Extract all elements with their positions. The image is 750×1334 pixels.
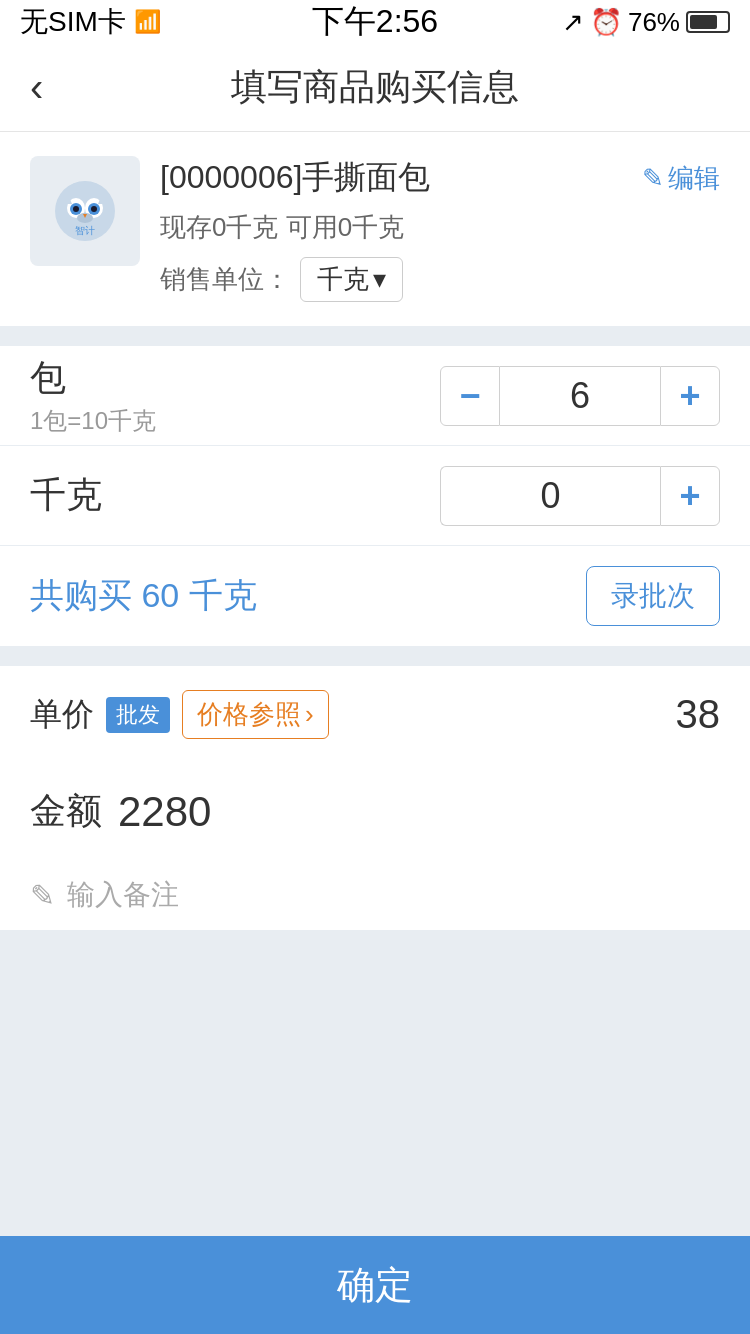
unit-chevron-icon: ▾: [373, 264, 386, 295]
pack-input-row: 包 1包=10千克 − +: [0, 346, 750, 446]
battery-percent: 76%: [628, 7, 680, 38]
amount-wrapper: 金额 2280 ✎ 输入备注: [0, 763, 750, 930]
pencil-icon: ✎: [30, 878, 55, 913]
total-label: 共购买: [30, 576, 132, 614]
amount-label: 金额: [30, 787, 102, 836]
total-amount: 60: [141, 576, 179, 614]
pack-plus-button[interactable]: +: [660, 366, 720, 426]
status-right: ↗ ⏰ 76%: [562, 7, 730, 38]
section-divider-2: [0, 646, 750, 666]
product-stock: 现存0千克 可用0千克: [160, 210, 720, 245]
amount-value: 2280: [118, 788, 211, 836]
pack-sub-label: 1包=10千克: [30, 405, 440, 437]
price-ref-button[interactable]: 价格参照 ›: [182, 690, 329, 739]
batch-button[interactable]: 录批次: [586, 566, 720, 626]
confirm-button[interactable]: 确定: [0, 1236, 750, 1334]
page-title: 填写商品购买信息: [231, 63, 519, 112]
amount-row: 金额 2280: [0, 763, 750, 860]
product-unit-row: 销售单位： 千克 ▾: [160, 257, 720, 302]
confirm-label: 确定: [337, 1260, 413, 1311]
total-row: 共购买 60 千克 录批次: [0, 546, 750, 646]
pack-controls: − +: [440, 366, 720, 426]
input-section: 包 1包=10千克 − + 千克 +: [0, 346, 750, 546]
battery-fill: [690, 15, 717, 29]
price-value: 38: [676, 692, 721, 737]
total-text: 共购买 60 千克: [30, 573, 257, 619]
kg-quantity-input[interactable]: [440, 466, 660, 526]
kg-label: 千克: [30, 471, 440, 520]
product-image: 智计: [50, 176, 120, 246]
product-card: 智计 [0000006]手撕面包 ✎ 编辑 现存0千克 可用0千克 销售单位： …: [0, 132, 750, 326]
back-button[interactable]: ‹: [20, 55, 53, 120]
pack-label: 包: [30, 354, 440, 403]
wifi-icon: 📶: [134, 9, 161, 35]
product-name: [0000006]手撕面包: [160, 156, 430, 200]
edit-label: 编辑: [668, 161, 720, 196]
status-left: 无SIM卡 📶: [20, 3, 161, 41]
alarm-icon: ⏰: [590, 7, 622, 38]
kg-plus-button[interactable]: +: [660, 466, 720, 526]
price-label-group: 单价 批发 价格参照 ›: [30, 690, 329, 739]
price-tag: 批发: [106, 697, 170, 733]
edit-icon: ✎: [642, 163, 664, 194]
kg-controls: +: [440, 466, 720, 526]
bottom-empty-area: [0, 930, 750, 1236]
price-row: 单价 批发 价格参照 › 38: [30, 690, 720, 739]
section-divider-1: [0, 326, 750, 346]
pack-quantity-input[interactable]: [500, 366, 660, 426]
product-name-row: [0000006]手撕面包 ✎ 编辑: [160, 156, 720, 200]
product-thumbnail: 智计: [30, 156, 140, 266]
svg-text:智计: 智计: [75, 225, 95, 236]
time-display: 下午2:56: [312, 0, 438, 44]
edit-button[interactable]: ✎ 编辑: [642, 161, 720, 196]
location-icon: ↗: [562, 7, 584, 38]
note-placeholder: 输入备注: [67, 876, 179, 914]
unit-value: 千克: [317, 262, 369, 297]
svg-point-5: [73, 206, 79, 212]
kg-input-row: 千克 +: [0, 446, 750, 546]
pack-label-group: 包 1包=10千克: [30, 354, 440, 437]
note-row[interactable]: ✎ 输入备注: [0, 860, 750, 930]
status-bar: 无SIM卡 📶 下午2:56 ↗ ⏰ 76%: [0, 0, 750, 44]
battery-bar: [686, 11, 730, 33]
svg-point-6: [91, 206, 97, 212]
carrier-text: 无SIM卡: [20, 3, 126, 41]
pack-minus-button[interactable]: −: [440, 366, 500, 426]
price-label: 单价: [30, 693, 94, 737]
kg-label-group: 千克: [30, 471, 440, 520]
price-ref-arrow-icon: ›: [305, 699, 314, 730]
nav-bar: ‹ 填写商品购买信息: [0, 44, 750, 132]
unit-label: 销售单位：: [160, 262, 290, 297]
total-unit: 千克: [189, 576, 257, 614]
price-section: 单价 批发 价格参照 › 38: [0, 666, 750, 763]
product-info: [0000006]手撕面包 ✎ 编辑 现存0千克 可用0千克 销售单位： 千克 …: [160, 156, 720, 302]
price-ref-label: 价格参照: [197, 697, 301, 732]
unit-select[interactable]: 千克 ▾: [300, 257, 403, 302]
